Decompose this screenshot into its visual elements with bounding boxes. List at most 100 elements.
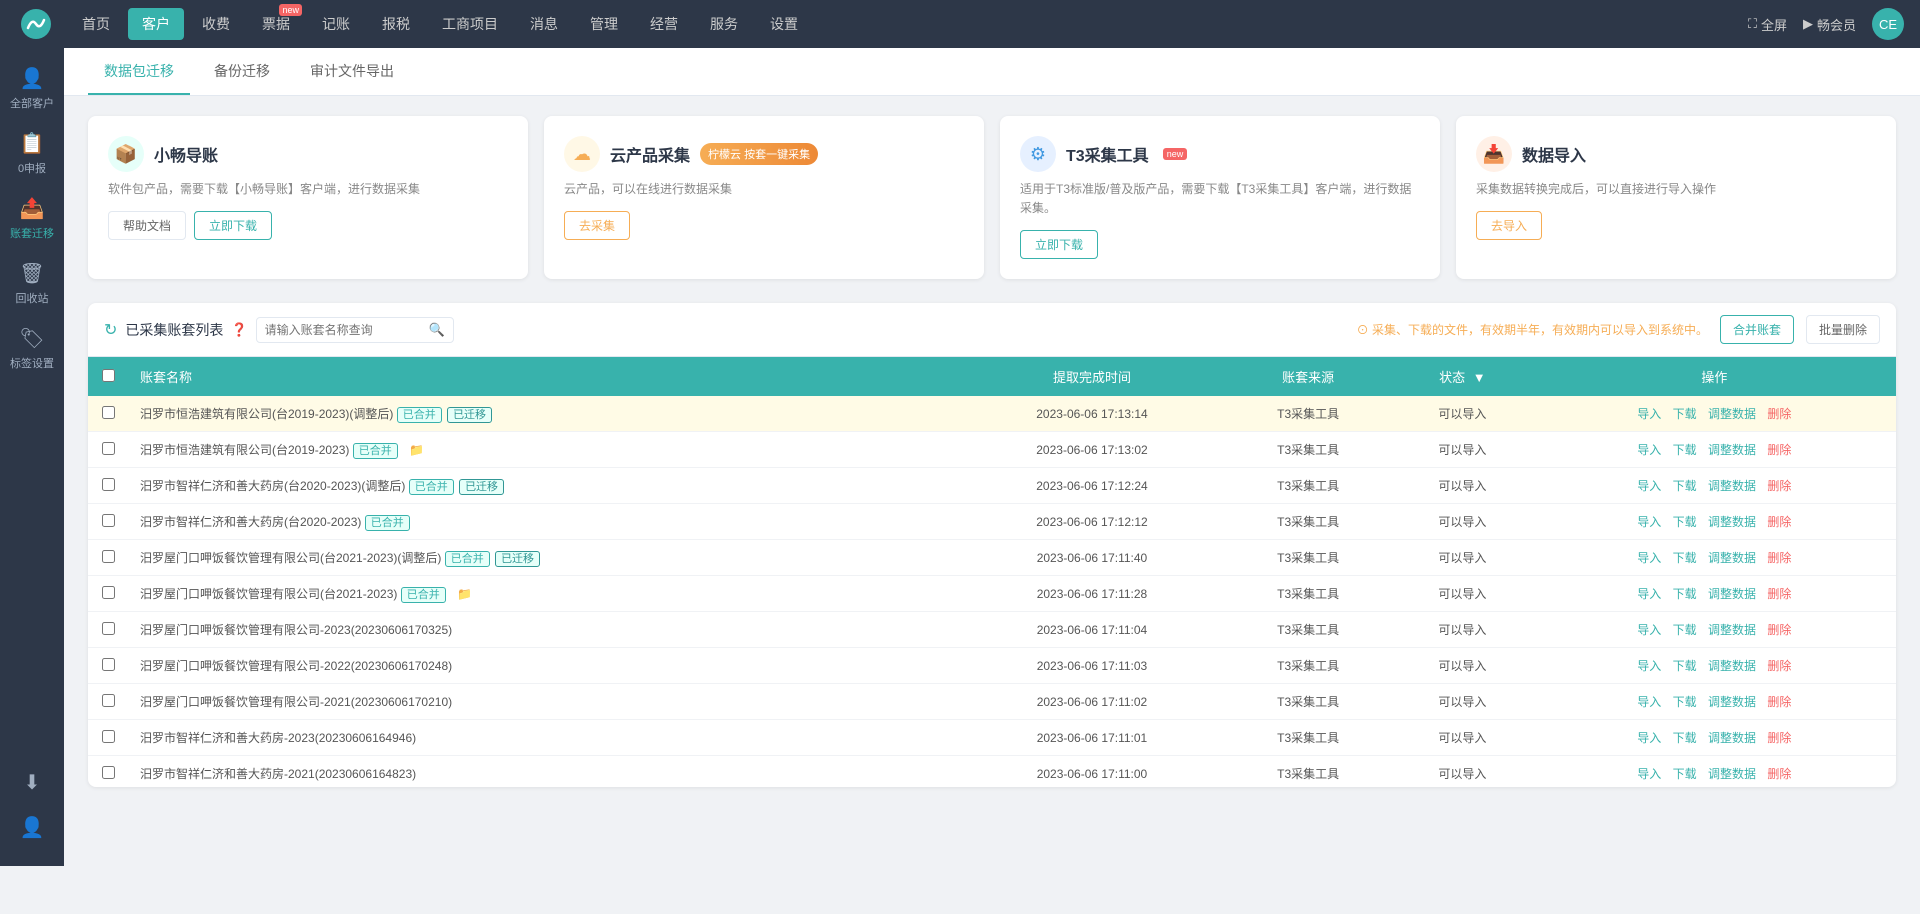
nav-customer[interactable]: 客户 [128, 8, 184, 40]
sidebar-item-all-clients[interactable]: 👤 全部客户 [0, 56, 64, 121]
sidebar-item-recycle[interactable]: 🗑 回收站 [0, 251, 64, 316]
select-all-checkbox[interactable] [102, 369, 115, 382]
import-action[interactable]: 导入 [1637, 479, 1661, 493]
adjust-data-action[interactable]: 调整数据 [1708, 407, 1756, 421]
import-action[interactable]: 导入 [1637, 407, 1661, 421]
adjust-data-action[interactable]: 调整数据 [1708, 695, 1756, 709]
nav-settings[interactable]: 设置 [756, 8, 812, 40]
download-action[interactable]: 下载 [1673, 731, 1697, 745]
nav-operation[interactable]: 经营 [636, 8, 692, 40]
import-action[interactable]: 导入 [1637, 443, 1661, 457]
row-checkbox[interactable] [102, 730, 115, 743]
folder-icon[interactable]: 📁 [457, 587, 472, 601]
nav-service[interactable]: 服务 [696, 8, 752, 40]
row-checkbox[interactable] [102, 406, 115, 419]
delete-action[interactable]: 删除 [1767, 623, 1791, 637]
download-action[interactable]: 下载 [1673, 443, 1697, 457]
download-action[interactable]: 下载 [1673, 623, 1697, 637]
delete-action[interactable]: 删除 [1767, 551, 1791, 565]
nav-tax[interactable]: 报税 [368, 8, 424, 40]
adjust-data-action[interactable]: 调整数据 [1708, 551, 1756, 565]
refresh-icon[interactable]: ↻ [104, 320, 117, 340]
delete-action[interactable]: 删除 [1767, 443, 1791, 457]
status-filter-icon[interactable]: ▼ [1473, 370, 1486, 385]
row-name: 汨罗市智祥仁济和善大药房-2021(20230606164823) [128, 756, 960, 788]
sidebar-item-tag-settings[interactable]: 🏷 标签设置 [0, 316, 64, 381]
row-checkbox[interactable] [102, 514, 115, 527]
adjust-data-action[interactable]: 调整数据 [1708, 659, 1756, 673]
download-action[interactable]: 下载 [1673, 515, 1697, 529]
sidebar-item-account-migrate[interactable]: 📤 账套迁移 [0, 186, 64, 251]
sidebar-item-user[interactable]: 👤 [0, 805, 64, 850]
go-import-button[interactable]: 去导入 [1476, 211, 1542, 240]
adjust-data-action[interactable]: 调整数据 [1708, 443, 1756, 457]
user-avatar[interactable]: CE [1872, 8, 1904, 40]
adjust-data-action[interactable]: 调整数据 [1708, 767, 1756, 781]
tab-backup-migration[interactable]: 备份迁移 [198, 49, 286, 95]
delete-action[interactable]: 删除 [1767, 515, 1791, 529]
sidebar-item-zero-report[interactable]: 📋 0申报 [0, 121, 64, 186]
download-now-button[interactable]: 立即下载 [194, 211, 272, 240]
nav-fee[interactable]: 收费 [188, 8, 244, 40]
tool-cards: 📦 小畅导账 软件包产品，需要下载【小畅导账】客户端，进行数据采集 帮助文档 立… [88, 116, 1896, 279]
nav-invoice[interactable]: 票据 new [248, 8, 304, 40]
table-row: 汨罗市智祥仁济和善大药房-2021(20230606164823)2023-06… [88, 756, 1896, 788]
row-actions: 导入 下载 调整数据 删除 [1533, 648, 1896, 684]
import-action[interactable]: 导入 [1637, 587, 1661, 601]
tab-data-migration[interactable]: 数据包迁移 [88, 49, 190, 95]
t3-download-button[interactable]: 立即下载 [1020, 230, 1098, 259]
help-doc-button[interactable]: 帮助文档 [108, 211, 186, 240]
download-action[interactable]: 下载 [1673, 551, 1697, 565]
folder-icon[interactable]: 📁 [409, 443, 424, 457]
row-name: 汨罗屋门口呷饭餐饮管理有限公司(台2021-2023) 已合并 📁 [128, 576, 960, 612]
batch-delete-button[interactable]: 批量删除 [1806, 315, 1880, 344]
merge-button[interactable]: 合并账套 [1720, 315, 1794, 344]
import-action[interactable]: 导入 [1637, 731, 1661, 745]
adjust-data-action[interactable]: 调整数据 [1708, 515, 1756, 529]
row-checkbox[interactable] [102, 766, 115, 779]
import-action[interactable]: 导入 [1637, 659, 1661, 673]
row-checkbox[interactable] [102, 658, 115, 671]
download-action[interactable]: 下载 [1673, 479, 1697, 493]
nav-bookkeeping[interactable]: 记账 [308, 8, 364, 40]
row-checkbox[interactable] [102, 550, 115, 563]
tab-audit-export[interactable]: 审计文件导出 [294, 49, 410, 95]
delete-action[interactable]: 删除 [1767, 587, 1791, 601]
delete-action[interactable]: 删除 [1767, 767, 1791, 781]
search-input[interactable] [265, 323, 425, 337]
nav-industry[interactable]: 工商项目 [428, 8, 512, 40]
row-checkbox[interactable] [102, 442, 115, 455]
import-action[interactable]: 导入 [1637, 767, 1661, 781]
delete-action[interactable]: 删除 [1767, 695, 1791, 709]
import-action[interactable]: 导入 [1637, 695, 1661, 709]
delete-action[interactable]: 删除 [1767, 659, 1791, 673]
go-collect-button[interactable]: 去采集 [564, 211, 630, 240]
row-checkbox[interactable] [102, 586, 115, 599]
row-checkbox[interactable] [102, 622, 115, 635]
adjust-data-action[interactable]: 调整数据 [1708, 623, 1756, 637]
import-action[interactable]: 导入 [1637, 551, 1661, 565]
sidebar-item-download[interactable]: ⬇ [0, 760, 64, 805]
nav-home[interactable]: 首页 [68, 8, 124, 40]
import-action[interactable]: 导入 [1637, 623, 1661, 637]
row-checkbox[interactable] [102, 478, 115, 491]
adjust-data-action[interactable]: 调整数据 [1708, 731, 1756, 745]
import-action[interactable]: 导入 [1637, 515, 1661, 529]
delete-action[interactable]: 删除 [1767, 407, 1791, 421]
member-button[interactable]: ▶ 畅会员 [1803, 15, 1856, 34]
fullscreen-button[interactable]: ⛶ 全屏 [1748, 15, 1787, 34]
delete-action[interactable]: 删除 [1767, 731, 1791, 745]
download-action[interactable]: 下载 [1673, 587, 1697, 601]
nav-manage[interactable]: 管理 [576, 8, 632, 40]
row-time: 2023-06-06 17:11:04 [960, 612, 1224, 648]
nav-message[interactable]: 消息 [516, 8, 572, 40]
adjust-data-action[interactable]: 调整数据 [1708, 587, 1756, 601]
delete-action[interactable]: 删除 [1767, 479, 1791, 493]
adjust-data-action[interactable]: 调整数据 [1708, 479, 1756, 493]
download-action[interactable]: 下载 [1673, 695, 1697, 709]
download-action[interactable]: 下载 [1673, 407, 1697, 421]
search-icon[interactable]: 🔍 [429, 322, 445, 338]
download-action[interactable]: 下载 [1673, 767, 1697, 781]
row-checkbox[interactable] [102, 694, 115, 707]
download-action[interactable]: 下载 [1673, 659, 1697, 673]
